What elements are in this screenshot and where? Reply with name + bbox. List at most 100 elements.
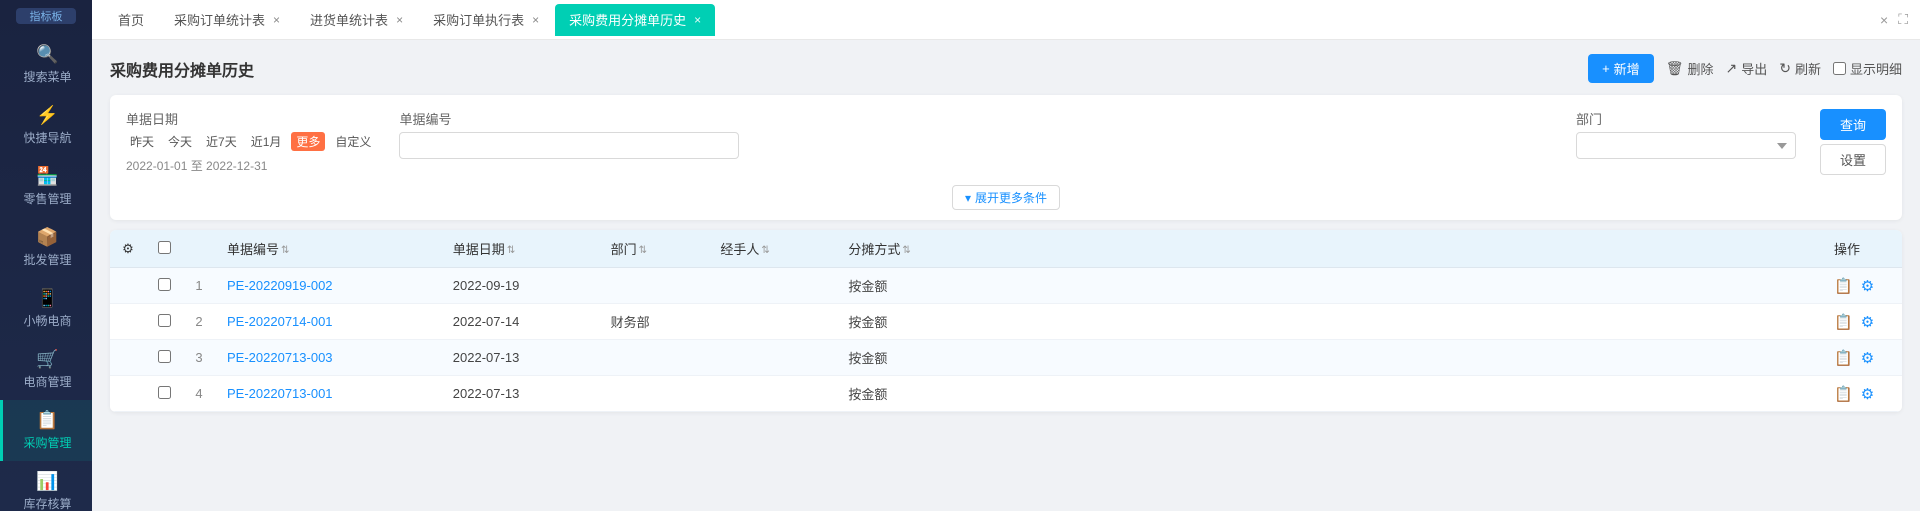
row-checkbox-cell[interactable] xyxy=(146,340,183,376)
sort-icon: ⇅ xyxy=(902,245,910,256)
add-icon: + xyxy=(1602,61,1610,76)
search-buttons: 查询 设置 xyxy=(1820,109,1886,175)
row-op: 📋 ⚙ xyxy=(1822,268,1902,304)
tab-close-icon[interactable]: × xyxy=(532,13,539,27)
row-handler xyxy=(708,268,836,304)
handler-col-header[interactable]: 经手人⇅ xyxy=(708,230,836,268)
delete-button[interactable]: 🗑 删除 xyxy=(1666,59,1714,78)
records-table: ⚙ 单据编号⇅ 单据日期⇅ 部门⇅ xyxy=(110,230,1902,412)
date-today[interactable]: 今天 xyxy=(164,132,196,151)
edit-icon[interactable]: 📋 xyxy=(1834,349,1853,367)
more-icon[interactable]: ⚙ xyxy=(1861,349,1874,367)
tab-purchase-cost-split[interactable]: 采购费用分摊单历史 × xyxy=(555,4,715,36)
export-button[interactable]: ↗ 导出 xyxy=(1725,59,1767,78)
row-checkbox[interactable] xyxy=(158,278,171,291)
show-cols-checkbox[interactable]: 显示明细 xyxy=(1833,59,1902,78)
sidebar-item-wholesale[interactable]: 📦 批发管理 xyxy=(0,217,92,278)
table-row: 3 PE-20220713-003 2022-07-13 按金额 📋 ⚙ xyxy=(110,340,1902,376)
row-checkbox[interactable] xyxy=(158,314,171,327)
split-method-col-header[interactable]: 分摊方式⇅ xyxy=(836,230,1822,268)
row-split-method: 按金额 xyxy=(836,304,1822,340)
date-1month[interactable]: 近1月 xyxy=(247,132,286,151)
doc-no-link[interactable]: PE-20220919-002 xyxy=(227,278,333,293)
date-custom[interactable]: 自定义 xyxy=(331,132,375,151)
edit-icon[interactable]: 📋 xyxy=(1834,313,1853,331)
sidebar-item-inventory[interactable]: 📊 库存核算 xyxy=(0,461,92,511)
row-doc-no[interactable]: PE-20220919-002 xyxy=(215,268,441,304)
expand-label: 展开更多条件 xyxy=(975,189,1047,206)
expand-button[interactable]: ▾ 展开更多条件 xyxy=(952,185,1060,210)
row-checkbox-cell[interactable] xyxy=(146,268,183,304)
add-button[interactable]: + 新增 xyxy=(1588,54,1654,83)
search-button[interactable]: 查询 xyxy=(1820,109,1886,140)
checkbox-col-header[interactable] xyxy=(146,230,183,268)
tab-label: 采购费用分摊单历史 xyxy=(569,10,686,29)
sort-icon: ⇅ xyxy=(281,245,289,256)
edit-icon[interactable]: 📋 xyxy=(1834,277,1853,295)
doc-no-field: 单据编号 xyxy=(399,109,1552,159)
more-icon[interactable]: ⚙ xyxy=(1861,313,1874,331)
row-settings xyxy=(110,268,146,304)
row-checkbox[interactable] xyxy=(158,386,171,399)
row-seq: 2 xyxy=(183,304,215,340)
sidebar-item-purchase[interactable]: 📋 采购管理 xyxy=(0,400,92,461)
row-doc-date: 2022-07-14 xyxy=(441,304,599,340)
tab-maximize-icon[interactable]: ⛶ xyxy=(1898,11,1908,28)
refresh-button[interactable]: ↻ 刷新 xyxy=(1779,59,1821,78)
gear-icon: ⚙ xyxy=(122,241,134,256)
tabs-right-controls: × ⛶ xyxy=(1880,11,1908,28)
select-all-checkbox[interactable] xyxy=(158,241,171,254)
tab-close-icon[interactable]: × xyxy=(694,13,701,27)
tab-inbound-stats[interactable]: 进货单统计表 × xyxy=(296,4,417,36)
row-op: 📋 ⚙ xyxy=(1822,340,1902,376)
delete-icon: 🗑 xyxy=(1666,60,1684,77)
sidebar-item-quick-nav[interactable]: ⚡ 快捷导航 xyxy=(0,95,92,156)
settings-col-header[interactable]: ⚙ xyxy=(110,230,146,268)
sidebar-item-label: 采购管理 xyxy=(23,434,71,451)
dept-label: 部门 xyxy=(1576,109,1796,128)
doc-no-input[interactable] xyxy=(399,132,739,159)
header-actions: + 新增 🗑 删除 ↗ 导出 ↻ 刷新 显示明细 xyxy=(1588,54,1902,83)
tab-home[interactable]: 首页 xyxy=(104,4,158,36)
row-checkbox-cell[interactable] xyxy=(146,376,183,412)
row-doc-no[interactable]: PE-20220713-001 xyxy=(215,376,441,412)
row-doc-no[interactable]: PE-20220713-003 xyxy=(215,340,441,376)
doc-no-link[interactable]: PE-20220713-001 xyxy=(227,386,333,401)
dept-col-header[interactable]: 部门⇅ xyxy=(599,230,709,268)
edit-icon[interactable]: 📋 xyxy=(1834,385,1853,403)
setting-button[interactable]: 设置 xyxy=(1820,144,1886,175)
sidebar-item-retail[interactable]: 🏪 零售管理 xyxy=(0,156,92,217)
row-checkbox[interactable] xyxy=(158,350,171,363)
tab-minimize-icon[interactable]: × xyxy=(1880,12,1888,28)
sidebar-item-label: 快捷导航 xyxy=(23,129,71,146)
tab-purchase-order-stats[interactable]: 采购订单统计表 × xyxy=(160,4,294,36)
row-doc-no[interactable]: PE-20220714-001 xyxy=(215,304,441,340)
row-handler xyxy=(708,340,836,376)
sidebar-item-ecom[interactable]: 🛒 电商管理 xyxy=(0,339,92,400)
tab-close-icon[interactable]: × xyxy=(273,13,280,27)
more-icon[interactable]: ⚙ xyxy=(1861,277,1874,295)
sidebar-item-ecom-mobile[interactable]: 📱 小畅电商 xyxy=(0,278,92,339)
search-icon: 🔍 xyxy=(36,44,58,65)
sidebar-item-search[interactable]: 🔍 搜索菜单 xyxy=(0,34,92,95)
row-doc-date: 2022-07-13 xyxy=(441,376,599,412)
row-settings xyxy=(110,376,146,412)
sort-icon: ⇅ xyxy=(639,245,647,256)
show-cols-input[interactable] xyxy=(1833,62,1846,75)
date-yesterday[interactable]: 昨天 xyxy=(126,132,158,151)
doc-no-col-header[interactable]: 单据编号⇅ xyxy=(215,230,441,268)
page-header: 采购费用分摊单历史 + 新增 🗑 删除 ↗ 导出 ↻ 刷新 xyxy=(110,54,1902,83)
row-settings xyxy=(110,304,146,340)
dept-select[interactable]: 财务部 xyxy=(1576,132,1796,159)
doc-no-link[interactable]: PE-20220714-001 xyxy=(227,314,333,329)
doc-no-link[interactable]: PE-20220713-003 xyxy=(227,350,333,365)
more-icon[interactable]: ⚙ xyxy=(1861,385,1874,403)
tab-close-icon[interactable]: × xyxy=(396,13,403,27)
ecom-mobile-icon: 📱 xyxy=(36,288,58,309)
row-handler xyxy=(708,304,836,340)
row-checkbox-cell[interactable] xyxy=(146,304,183,340)
date-more[interactable]: 更多 xyxy=(291,132,325,151)
tab-purchase-order-exec[interactable]: 采购订单执行表 × xyxy=(419,4,553,36)
date-7days[interactable]: 近7天 xyxy=(202,132,241,151)
doc-date-col-header[interactable]: 单据日期⇅ xyxy=(441,230,599,268)
